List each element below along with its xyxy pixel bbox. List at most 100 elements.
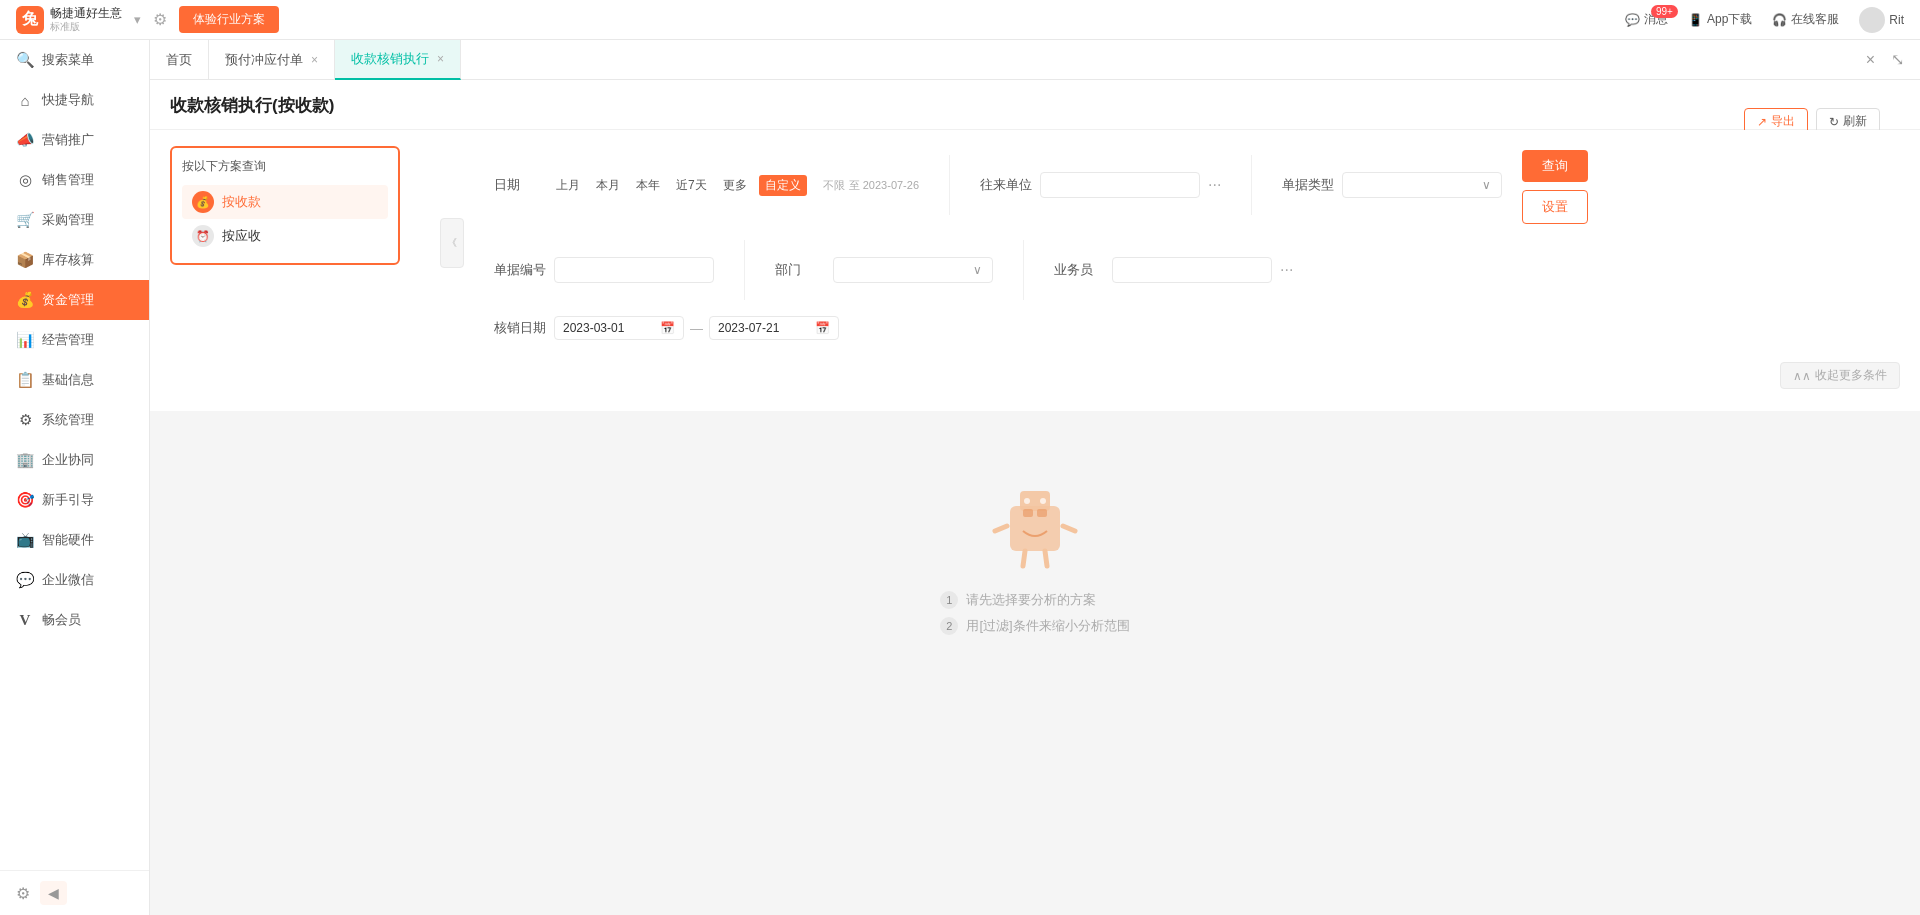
tab-prepay-offset[interactable]: 预付冲应付单 × <box>209 40 335 80</box>
collapse-sidebar-button[interactable]: ◀ <box>40 881 67 905</box>
refresh-label: 刷新 <box>1843 113 1867 130</box>
tab-home[interactable]: 首页 <box>150 40 209 80</box>
filter-actions: 查询 设置 <box>1522 146 1588 224</box>
svg-rect-0 <box>1010 506 1060 551</box>
filter-fields: 日期 上月 本月 本年 近7天 更多 自定义 不限 至 <box>494 146 1900 340</box>
filter-option-by-receivable[interactable]: ⏰ 按应收 <box>182 219 388 253</box>
sidebar-item-finance[interactable]: 💰 资金管理 <box>0 280 149 320</box>
user-profile[interactable]: Rit <box>1859 7 1904 33</box>
sidebar-item-guide[interactable]: 🎯 新手引导 <box>0 480 149 520</box>
tip-num-2: 2 <box>940 617 958 635</box>
counterparty-dots-icon[interactable]: ··· <box>1208 176 1221 194</box>
app-download-action[interactable]: 📱 App下载 <box>1688 11 1752 28</box>
sidebar-item-operations[interactable]: 📊 经营管理 <box>0 320 149 360</box>
svg-rect-4 <box>1023 509 1033 517</box>
sidebar-item-label: 新手引导 <box>42 491 94 509</box>
filter-row-2: 单据编号 部门 ∨ 业务员 <box>494 240 1900 300</box>
chevron-down-icon[interactable]: ▾ <box>134 12 141 27</box>
dept-label: 部门 <box>775 261 825 279</box>
tv-icon: 📺 <box>16 531 34 549</box>
chevron-down-icon: ∨ <box>973 263 982 277</box>
query-button[interactable]: 查询 <box>1522 150 1588 182</box>
close-window-button[interactable]: × <box>1858 47 1883 73</box>
sidebar-item-purchase[interactable]: 🛒 采购管理 <box>0 200 149 240</box>
collapse-more-area: ∧∧ 收起更多条件 <box>170 356 1900 395</box>
date-shortcut-more[interactable]: 更多 <box>719 175 751 196</box>
vip-icon: V <box>16 612 34 629</box>
sidebar-bottom: ⚙ ◀ <box>0 870 149 915</box>
verify-date-end-input[interactable]: 2023-07-21 📅 <box>709 316 839 340</box>
filter-panel: 按以下方案查询 💰 按收款 ⏰ 按应收 《 <box>150 130 1920 411</box>
svg-line-6 <box>995 526 1007 531</box>
chart-icon: 📊 <box>16 331 34 349</box>
counterparty-field-group: 往来单位 ··· <box>980 172 1221 198</box>
gear-icon: ⚙ <box>16 411 34 429</box>
sidebar-item-hardware[interactable]: 📺 智能硬件 <box>0 520 149 560</box>
date-label: 日期 <box>494 176 544 194</box>
settings-icon[interactable]: ⚙ <box>153 10 167 29</box>
user-avatar <box>1859 7 1885 33</box>
filter-option-by-receipt[interactable]: 💰 按收款 <box>182 185 388 219</box>
settings-bottom-icon[interactable]: ⚙ <box>16 884 30 903</box>
bill-no-label: 单据编号 <box>494 261 546 279</box>
settings-button[interactable]: 设置 <box>1522 190 1588 224</box>
app-version: 标准版 <box>50 21 122 33</box>
date-shortcut-7days[interactable]: 近7天 <box>672 175 711 196</box>
staff-dots-icon[interactable]: ··· <box>1280 261 1293 279</box>
sidebar-item-basic-info[interactable]: 📋 基础信息 <box>0 360 149 400</box>
maximize-window-button[interactable]: ⤡ <box>1883 46 1912 73</box>
industry-button[interactable]: 体验行业方案 <box>179 6 279 33</box>
sidebar-item-search-menu[interactable]: 🔍 搜索菜单 <box>0 40 149 80</box>
export-icon: ↗ <box>1757 115 1767 129</box>
sidebar-item-sales[interactable]: ◎ 销售管理 <box>0 160 149 200</box>
sidebar-item-enterprise[interactable]: 🏢 企业协同 <box>0 440 149 480</box>
search-icon: 🔍 <box>16 51 34 69</box>
filter-option-label: 按应收 <box>222 227 261 245</box>
bill-no-input[interactable] <box>554 257 714 283</box>
tab-home-label: 首页 <box>166 51 192 69</box>
svg-rect-5 <box>1037 509 1047 517</box>
logo-icon: 兔 <box>16 6 44 34</box>
bill-type-field-group: 单据类型 ∨ <box>1282 172 1502 198</box>
date-shortcut-this-month[interactable]: 本月 <box>592 175 624 196</box>
top-bar-actions: 💬 消息 99+ 📱 App下载 🎧 在线客服 Rit <box>1625 7 1904 33</box>
tab-receipt-offset[interactable]: 收款核销执行 × <box>335 40 461 80</box>
counterparty-label: 往来单位 <box>980 176 1032 194</box>
verify-date-start-input[interactable]: 2023-03-01 📅 <box>554 316 684 340</box>
calendar-end-icon: 📅 <box>815 321 830 335</box>
dept-select[interactable]: ∨ <box>833 257 993 283</box>
app-logo: 兔 畅捷通好生意 标准版 <box>16 6 122 34</box>
collapse-more-button[interactable]: ∧∧ 收起更多条件 <box>1780 362 1900 389</box>
sidebar-item-system[interactable]: ⚙ 系统管理 <box>0 400 149 440</box>
bill-type-select[interactable]: ∨ <box>1342 172 1502 198</box>
sidebar-item-marketing[interactable]: 📣 营销推广 <box>0 120 149 160</box>
refresh-icon: ↻ <box>1829 115 1839 129</box>
sidebar-item-member[interactable]: V 畅会员 <box>0 600 149 640</box>
date-shortcut-last-month[interactable]: 上月 <box>552 175 584 196</box>
calendar-start-icon: 📅 <box>660 321 675 335</box>
tab-bar: 首页 预付冲应付单 × 收款核销执行 × × ⤡ <box>150 40 1920 80</box>
date-shortcut-this-year[interactable]: 本年 <box>632 175 664 196</box>
app-download-label: App下载 <box>1707 11 1752 28</box>
date-shortcut-custom[interactable]: 自定义 <box>759 175 807 196</box>
filter-main-row: 按以下方案查询 💰 按收款 ⏰ 按应收 《 <box>170 146 1900 340</box>
online-service-action[interactable]: 🎧 在线客服 <box>1772 11 1839 28</box>
counterparty-input[interactable] <box>1040 172 1200 198</box>
tab-receipt-close-icon[interactable]: × <box>437 52 444 66</box>
empty-tip-2: 2 用[过滤]条件来缩小分析范围 <box>940 617 1129 635</box>
page-area: 收款核销执行(按收款) ↗ 导出 ↻ 刷新 按以下方案查询 <box>150 80 1920 915</box>
tab-prepay-close-icon[interactable]: × <box>311 53 318 67</box>
scheme-panel-title: 按以下方案查询 <box>182 158 388 175</box>
message-action[interactable]: 💬 消息 99+ <box>1625 11 1668 28</box>
sidebar-item-quick-nav[interactable]: ⌂ 快捷导航 <box>0 80 149 120</box>
filter-collapse-button[interactable]: 《 <box>440 218 464 268</box>
sidebar-item-inventory[interactable]: 📦 库存核算 <box>0 240 149 280</box>
receipt-icon: 💰 <box>192 191 214 213</box>
building-icon: 🏢 <box>16 451 34 469</box>
receivable-icon: ⏰ <box>192 225 214 247</box>
staff-input[interactable] <box>1112 257 1272 283</box>
sidebar-item-wechat[interactable]: 💬 企业微信 <box>0 560 149 600</box>
sidebar-item-label: 经营管理 <box>42 331 94 349</box>
box-icon: 📦 <box>16 251 34 269</box>
sidebar-item-label: 采购管理 <box>42 211 94 229</box>
